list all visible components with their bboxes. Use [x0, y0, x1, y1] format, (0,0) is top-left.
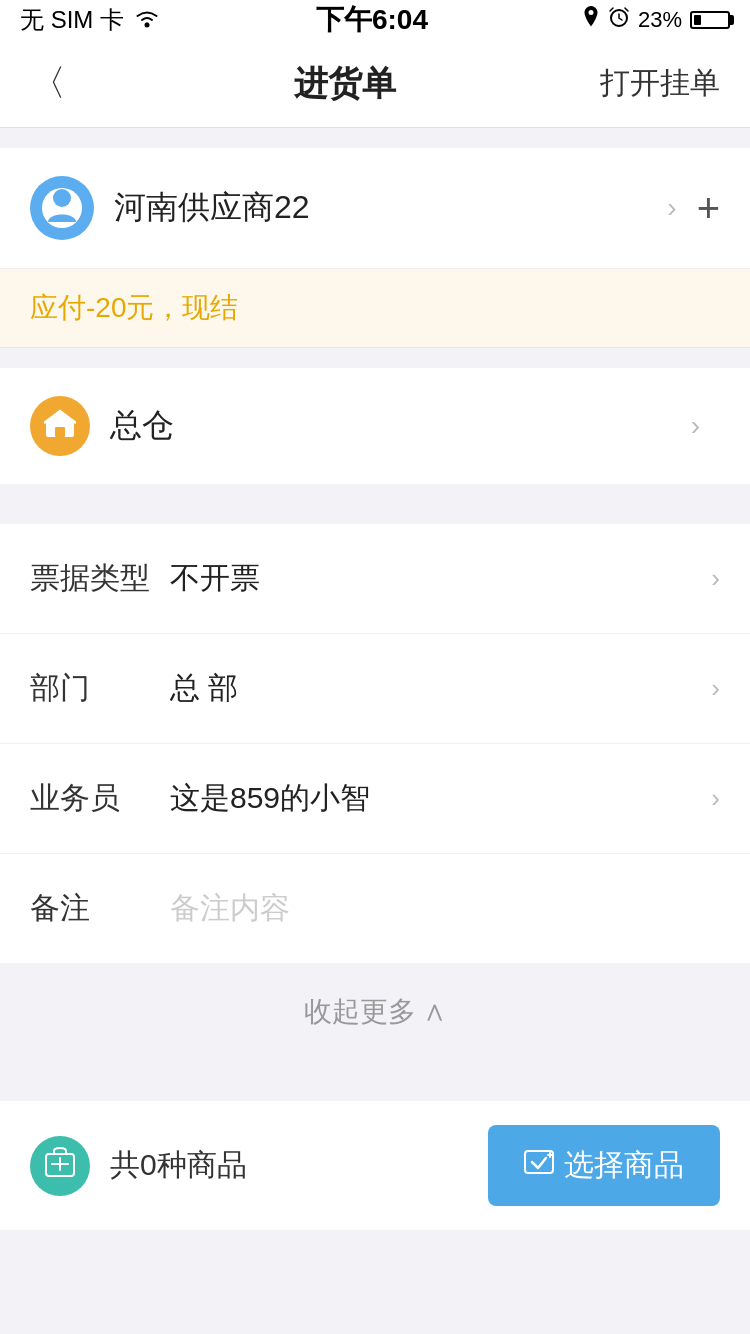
remark-label: 备注: [30, 888, 170, 929]
dept-value: 总 部: [170, 668, 711, 709]
product-icon-wrap: [30, 1136, 90, 1196]
collapse-row[interactable]: 收起更多 ∧: [0, 963, 750, 1061]
form-section: 票据类型 不开票 › 部门 总 部 › 业务员 这是859的小智 › 备注 备注…: [0, 524, 750, 963]
remark-row[interactable]: 备注 备注内容: [0, 854, 750, 963]
notice-text: 应付-20元，现结: [30, 292, 238, 323]
select-product-button[interactable]: 选择商品: [488, 1125, 720, 1206]
product-count: 共0种商品: [110, 1145, 468, 1186]
no-sim-label: 无 SIM 卡: [20, 4, 124, 36]
ticket-label: 票据类型: [30, 558, 170, 599]
select-btn-label: 选择商品: [564, 1145, 684, 1186]
dept-label: 部门: [30, 668, 170, 709]
salesman-value: 这是859的小智: [170, 778, 711, 819]
svg-point-0: [145, 23, 150, 28]
status-left: 无 SIM 卡: [20, 4, 162, 36]
notice-bar: 应付-20元，现结: [0, 269, 750, 348]
section-gap-top: [0, 128, 750, 148]
supplier-chevron-icon: ›: [667, 192, 676, 224]
ticket-row[interactable]: 票据类型 不开票 ›: [0, 524, 750, 634]
product-icon: [44, 1146, 76, 1185]
wifi-icon: [132, 6, 162, 34]
salesman-row[interactable]: 业务员 这是859的小智 ›: [0, 744, 750, 854]
salesman-label: 业务员: [30, 778, 170, 819]
supplier-card: 河南供应商22 › + 应付-20元，现结: [0, 148, 750, 348]
status-time: 下午6:04: [316, 1, 428, 39]
svg-point-3: [53, 189, 71, 207]
bottom-bar: 共0种商品 选择商品: [0, 1101, 750, 1230]
back-button[interactable]: 〈: [30, 59, 90, 108]
supplier-avatar: [30, 176, 94, 240]
remark-placeholder[interactable]: 备注内容: [170, 888, 720, 929]
supplier-name: 河南供应商22: [114, 186, 667, 230]
battery-percent: 23%: [638, 7, 682, 33]
avatar-figure-icon: [46, 186, 78, 230]
svg-point-1: [588, 10, 593, 15]
ticket-chevron-icon: ›: [711, 563, 720, 594]
warehouse-icon-wrap: [30, 396, 90, 456]
open-pending-button[interactable]: 打开挂单: [600, 63, 720, 104]
select-product-icon: [524, 1150, 554, 1181]
warehouse-icon: [44, 409, 76, 444]
location-icon: [582, 6, 600, 34]
section-gap-3: [0, 484, 750, 504]
warehouse-chevron-icon: ›: [691, 410, 700, 442]
page-title: 进货单: [294, 61, 396, 107]
salesman-chevron-icon: ›: [711, 783, 720, 814]
warehouse-row[interactable]: 总仓 ›: [0, 368, 750, 484]
warehouse-name: 总仓: [110, 404, 691, 448]
ticket-value: 不开票: [170, 558, 711, 599]
status-right: 23%: [582, 6, 730, 34]
collapse-label: 收起更多 ∧: [304, 993, 447, 1031]
dept-row[interactable]: 部门 总 部 ›: [0, 634, 750, 744]
dept-chevron-icon: ›: [711, 673, 720, 704]
main-content: 河南供应商22 › + 应付-20元，现结 总仓 ›: [0, 128, 750, 1334]
section-gap-4: [0, 1061, 750, 1081]
nav-bar: 〈 进货单 打开挂单: [0, 40, 750, 128]
status-bar: 无 SIM 卡 下午6:04 23%: [0, 0, 750, 40]
battery-icon: [690, 11, 730, 29]
svg-rect-5: [55, 427, 65, 437]
section-gap-2: [0, 348, 750, 368]
add-button[interactable]: +: [697, 186, 720, 231]
alarm-icon: [608, 6, 630, 34]
supplier-row[interactable]: 河南供应商22 › +: [0, 148, 750, 269]
